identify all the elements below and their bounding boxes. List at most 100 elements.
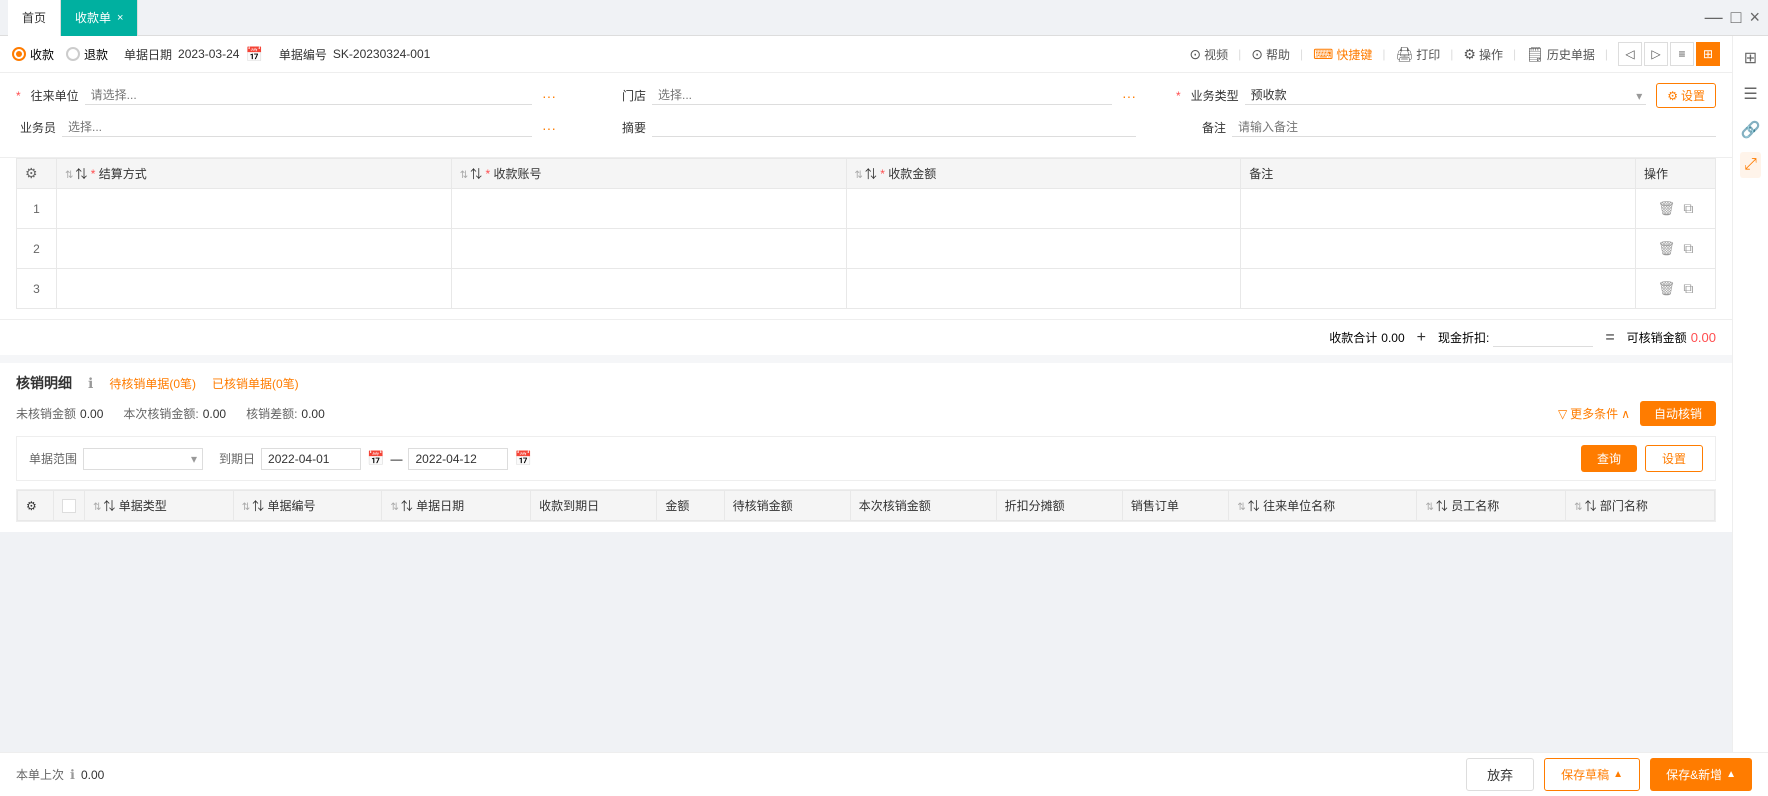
radio-receipt[interactable]: 收款 [12,46,54,63]
remark-input[interactable] [1232,118,1716,137]
keyboard-icon: ⌨ [1313,46,1333,63]
remark-input-2[interactable] [1241,229,1635,268]
pending-tab[interactable]: 待核销单据(0笔) [109,375,196,392]
form-row-1: * 往来单位 ··· 门店 ··· * 业务类型 预收款 ▾ [16,83,1716,108]
sidebar-expand-icon[interactable]: ⤢ [1740,152,1761,178]
shop-more-icon[interactable]: ··· [1122,88,1136,104]
filter-setting-button[interactable]: 设置 [1645,445,1703,472]
sidebar-list-icon[interactable]: ☰ [1739,80,1761,108]
total-field: 收款合计 0.00 [1329,329,1404,346]
copy-row-2-icon[interactable]: ⧉ [1683,240,1693,257]
layout-grid-icon[interactable]: ⊞ [1696,42,1720,66]
col-bill-no-header: ⇅ 单据编号 [233,491,382,521]
table-footer: 收款合计 0.00 + 现金折扣: = 可核销金额 0.00 [0,319,1732,355]
bottom-info-icon[interactable]: ℹ [70,767,75,783]
operation-icon: ⚙ [1463,46,1476,63]
tab-home[interactable]: 首页 [8,0,61,36]
save-draft-arrow-icon: ▲ [1613,769,1623,780]
date-from-calendar-icon[interactable]: 📅 [367,450,384,467]
layout-list-icon[interactable]: ≡ [1670,42,1694,66]
shop-input[interactable] [652,86,1112,105]
right-sidebar: ⊞ ☰ 🔗 ⤢ [1732,36,1768,752]
auto-cancel-button[interactable]: 自动核销 [1640,401,1716,426]
minimize-icon[interactable]: — [1705,7,1723,28]
tab-receipt[interactable]: 收款单 × [61,0,138,36]
staff-more-icon[interactable]: ··· [542,120,556,136]
amount-input-2[interactable] [847,229,1241,268]
verif-info-icon[interactable]: ℹ [88,375,93,392]
delete-row-2-icon[interactable]: 🗑 [1658,240,1676,257]
more-conditions-btn[interactable]: ▽ 更多条件 ∧ [1558,405,1630,422]
col-amount-header: ⇅ * 收款金额 [846,159,1241,189]
date-dash: — [390,452,402,466]
delete-row-3-icon[interactable]: 🗑 [1658,280,1676,297]
done-tab[interactable]: 已核销单据(0笔) [212,375,299,392]
operation-btn[interactable]: ⚙ 操作 [1463,46,1503,63]
date-to-input[interactable] [408,448,508,470]
col-bill-type-header: ⇅ 单据类型 [85,491,234,521]
bill-range-select[interactable] [83,448,203,470]
diff-value: 0.00 [301,407,324,421]
shop-field: 门店 ··· [596,86,1136,105]
col-pending-amount-header: 待核销金额 [724,491,850,521]
verif-section: 核销明细 ℹ 待核销单据(0笔) 已核销单据(0笔) 未核销金额 0.00 本次… [0,363,1732,532]
shortcut-btn[interactable]: ⌨ 快捷键 [1313,46,1372,63]
discount-input[interactable] [1493,328,1593,347]
help-btn[interactable]: ⊙ 帮助 [1251,46,1290,63]
delete-row-1-icon[interactable]: 🗑 [1658,200,1676,217]
history-btn[interactable]: 🗒 历史单据 [1526,46,1595,63]
save-draft-button[interactable]: 保存草稿 ▲ [1544,758,1640,791]
layout-prev-icon[interactable]: ◁ [1618,42,1642,66]
receipt-table: ⚙ ⇅ * 结算方式 ⇅ * 收款账号 ⇅ * 收款 [16,158,1716,309]
from-unit-more-icon[interactable]: ··· [542,88,556,104]
sidebar-link-icon[interactable]: 🔗 [1737,116,1765,144]
copy-row-1-icon[interactable]: ⧉ [1683,200,1693,217]
video-btn[interactable]: ⊙ 视频 [1189,46,1228,63]
date-to-calendar-icon[interactable]: 📅 [514,450,531,467]
save-new-button[interactable]: 保存&新增 ▲ [1650,758,1752,791]
verif-table: ⚙ ⇅ 单据类型 ⇅ 单据编号 [17,490,1715,521]
total-value: 0.00 [1381,331,1404,345]
print-btn[interactable]: 🖨 打印 [1395,46,1440,63]
calendar-icon[interactable]: 📅 [245,46,262,63]
query-button[interactable]: 查询 [1581,445,1637,472]
verif-table-wrap: ⚙ ⇅ 单据类型 ⇅ 单据编号 [16,489,1716,522]
col-remark-header: 备注 [1241,159,1636,189]
amount-input-1[interactable] [847,189,1241,228]
verif-table-gear-icon[interactable]: ⚙ [26,499,37,513]
settle-input-3[interactable] [57,269,451,308]
close-icon[interactable]: × [1749,7,1760,28]
select-all-checkbox[interactable] [62,499,76,513]
available-value: 0.00 [1691,330,1716,345]
col-amount-header2: 金额 [657,491,724,521]
tab-close-icon[interactable]: × [117,12,123,24]
remark-input-1[interactable] [1241,189,1635,228]
amount-input-3[interactable] [847,269,1241,308]
abandon-button[interactable]: 放弃 [1466,758,1534,791]
verif-right: ▽ 更多条件 ∧ 自动核销 [1558,401,1716,426]
date-from-input[interactable] [261,448,361,470]
from-unit-input[interactable] [85,86,532,105]
radio-refund[interactable]: 退款 [66,46,108,63]
account-input-3[interactable] [452,269,846,308]
table-row: 3 🗑 ⧉ [17,269,1716,309]
receipt-table-section: ⚙ ⇅ * 结算方式 ⇅ * 收款账号 ⇅ * 收款 [0,158,1732,319]
table-settings-icon[interactable]: ⚙ [25,165,38,181]
settle-input-2[interactable] [57,229,451,268]
maximize-icon[interactable]: □ [1731,7,1742,28]
sidebar-table-icon[interactable]: ⊞ [1740,44,1761,72]
remark-input-3[interactable] [1241,269,1635,308]
account-input-2[interactable] [452,229,846,268]
biz-settings-button[interactable]: ⚙ 设置 [1656,83,1716,108]
settle-input-1[interactable] [57,189,451,228]
summary-input[interactable] [652,118,1136,137]
col-bill-date-header: ⇅ 单据日期 [382,491,531,521]
biz-type-select[interactable]: 预收款 [1245,86,1647,105]
staff-input[interactable] [62,118,532,137]
verif-header: 核销明细 ℹ 待核销单据(0笔) 已核销单据(0笔) [16,373,1716,393]
bottom-info: 本单上次 ℹ 0.00 [16,766,104,783]
layout-next-icon[interactable]: ▷ [1644,42,1668,66]
copy-row-3-icon[interactable]: ⧉ [1683,280,1693,297]
account-input-1[interactable] [452,189,846,228]
req-star: * [91,167,96,181]
